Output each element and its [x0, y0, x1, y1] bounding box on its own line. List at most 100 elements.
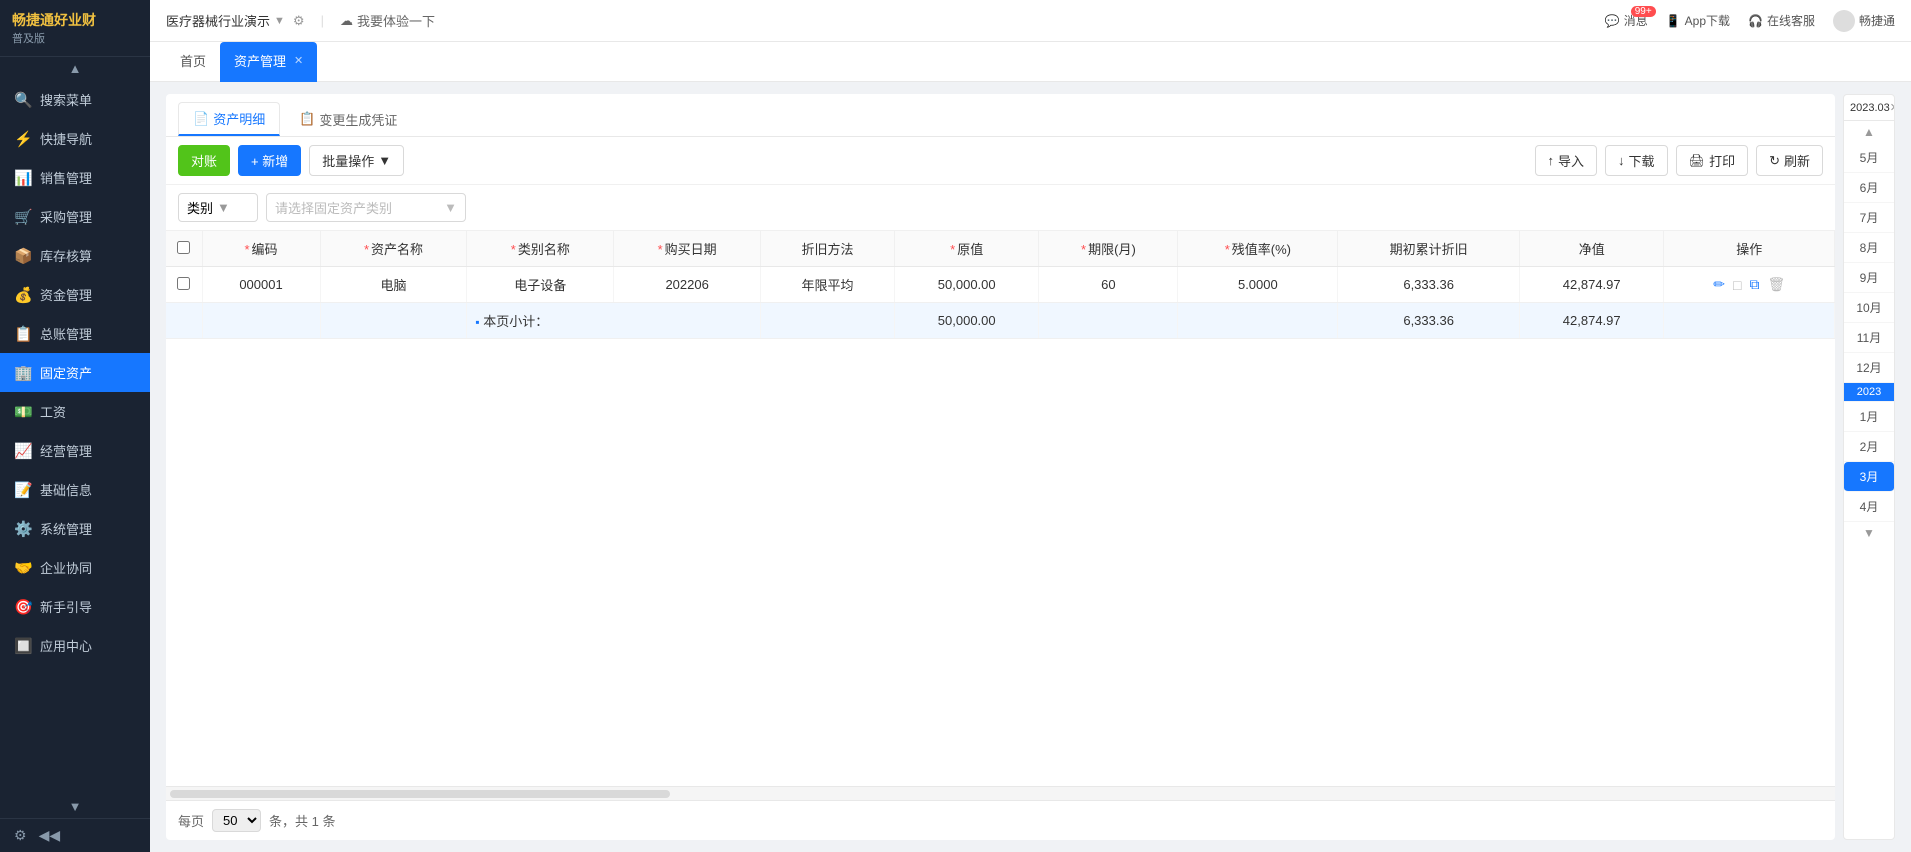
sub-tab-asset-detail[interactable]: 📄 资产明细	[178, 102, 280, 136]
messages-button[interactable]: 💬 消息 99+	[1605, 12, 1648, 29]
month-item[interactable]: 7月	[1844, 203, 1894, 233]
refresh-button[interactable]: ↻ 刷新	[1756, 145, 1823, 176]
sidebar-scroll-up[interactable]: ▲	[0, 57, 150, 80]
sub-tab-change-voucher[interactable]: 📋 变更生成凭证	[284, 103, 412, 136]
sidebar-item-system[interactable]: ⚙️ 系统管理	[0, 509, 150, 548]
avatar	[1833, 10, 1855, 32]
topbar: 医疗器械行业演示 ▼ ⚙ | ☁ 我要体验一下 💬 消息 99+ 📱 App下载…	[150, 0, 1911, 42]
gear-settings-icon[interactable]: ⚙	[293, 13, 305, 29]
toolbar: 对账 + 新增 批量操作 ▼ ↑ 导入 ↓ 下载	[166, 137, 1835, 185]
select-all-checkbox[interactable]	[177, 241, 190, 254]
col-period: *期限(月)	[1039, 231, 1178, 267]
chart-icon: 📊	[14, 169, 32, 187]
search-icon: 🔍	[14, 91, 32, 109]
online-service-button[interactable]: 🎧 在线客服	[1748, 12, 1815, 29]
tab-asset-mgmt[interactable]: 资产管理 ✕	[220, 42, 317, 82]
company-selector[interactable]: 医疗器械行业演示 ▼ ⚙	[166, 11, 305, 30]
print-button[interactable]: 🖨 打印	[1676, 145, 1749, 176]
ledger-icon: 📋	[14, 325, 32, 343]
horizontal-scrollbar[interactable]	[166, 786, 1835, 800]
duplicate-icon[interactable]: ⧉	[1749, 276, 1759, 293]
col-depreciation-method: 折旧方法	[761, 231, 895, 267]
tab-home[interactable]: 首页	[166, 42, 220, 82]
sidebar-item-inventory[interactable]: 📦 库存核算	[0, 236, 150, 275]
row-category: 电子设备	[467, 267, 614, 303]
sidebar-item-guide[interactable]: 🎯 新手引导	[0, 587, 150, 626]
sidebar-item-fixedassets[interactable]: 🏢 固定资产	[0, 353, 150, 392]
sidebar-item-ledger[interactable]: 📋 总账管理	[0, 314, 150, 353]
download-button[interactable]: ↓ 下载	[1605, 145, 1668, 176]
app-icon: 🔲	[14, 637, 32, 655]
reconcile-button[interactable]: 对账	[178, 145, 230, 176]
sidebar-item-sales[interactable]: 📊 销售管理	[0, 158, 150, 197]
sidebar-scroll-down[interactable]: ▼	[0, 795, 150, 818]
sidebar-item-purchase[interactable]: 🛒 采购管理	[0, 197, 150, 236]
experience-button[interactable]: ☁ 我要体验一下	[340, 11, 435, 30]
cart-icon: 🛒	[14, 208, 32, 226]
new-button[interactable]: + 新增	[238, 145, 301, 176]
sidebar-edition: 普及版	[12, 30, 138, 46]
row-residual-rate: 5.0000	[1178, 267, 1338, 303]
user-menu[interactable]: 畅捷通	[1833, 10, 1895, 32]
asset-table: *编码 *资产名称 *类别名称 *购买日期 折旧方法 *原值 *期限(月) *残…	[166, 231, 1835, 786]
months-container: 5月6月7月8月9月10月11月12月20231月2月3月4月	[1844, 143, 1894, 522]
month-item[interactable]: 2月	[1844, 432, 1894, 462]
per-page-select[interactable]: 50	[212, 809, 261, 832]
month-item[interactable]: 5月	[1844, 143, 1894, 173]
guide-icon: 🎯	[14, 598, 32, 616]
month-item[interactable]: 1月	[1844, 402, 1894, 432]
scrollbar-thumb[interactable]	[170, 790, 670, 798]
month-item[interactable]: 8月	[1844, 233, 1894, 263]
filter-bar: 类别 ▼ 请选择固定资产类别 ▼	[166, 185, 1835, 231]
scroll-down-months-icon[interactable]: ▼	[1844, 522, 1894, 544]
col-purchase-date: *购买日期	[614, 231, 761, 267]
cloud-icon: ☁	[340, 13, 353, 29]
delete-icon[interactable]: 🗑	[1767, 276, 1785, 293]
scroll-up-months-icon[interactable]: ▲	[1844, 121, 1894, 143]
month-item[interactable]: 12月	[1844, 353, 1894, 383]
row-select-checkbox[interactable]	[177, 277, 190, 290]
month-item[interactable]: 9月	[1844, 263, 1894, 293]
category-type-selector[interactable]: 类别 ▼	[178, 193, 258, 222]
sidebar-item-quicknav[interactable]: ⚡ 快捷导航	[0, 119, 150, 158]
month-item[interactable]: 6月	[1844, 173, 1894, 203]
sidebar-item-appcenter[interactable]: 🔲 应用中心	[0, 626, 150, 665]
copy-icon[interactable]: □	[1733, 277, 1741, 293]
batch-ops-button[interactable]: 批量操作 ▼	[309, 145, 404, 176]
sidebar-item-payroll[interactable]: 💵 工资	[0, 392, 150, 431]
row-net-value: 42,874.97	[1519, 267, 1664, 303]
month-item[interactable]: 11月	[1844, 323, 1894, 353]
settings-icon[interactable]: ⚙	[14, 827, 27, 844]
col-name: *资产名称	[320, 231, 467, 267]
year-badge[interactable]: 2023	[1844, 383, 1894, 402]
col-checkbox	[166, 231, 202, 267]
edit-icon[interactable]: ✏	[1713, 276, 1725, 293]
col-residual-rate: *残值率(%)	[1178, 231, 1338, 267]
import-button[interactable]: ↑ 导入	[1535, 145, 1598, 176]
collapse-icon[interactable]: ◀◀	[39, 827, 61, 844]
print-icon: 🖨	[1689, 153, 1706, 169]
flash-icon: ⚡	[14, 130, 32, 148]
sidebar-item-cooperation[interactable]: 🤝 企业协同	[0, 548, 150, 587]
category-dropdown[interactable]: 请选择固定资产类别 ▼	[266, 193, 466, 222]
sidebar-header: 畅捷通好业财 普及版	[0, 0, 150, 57]
close-panel-icon[interactable]: ✕	[1890, 101, 1895, 114]
tab-close-icon[interactable]: ✕	[294, 54, 303, 67]
sidebar-bottom: ⚙ ◀◀	[0, 818, 150, 852]
sidebar-item-search[interactable]: 🔍 搜索菜单	[0, 80, 150, 119]
voucher-icon: 📋	[299, 111, 315, 127]
row-name: 电脑	[320, 267, 467, 303]
sidebar-item-basicinfo[interactable]: 📝 基础信息	[0, 470, 150, 509]
month-item[interactable]: 3月	[1844, 462, 1894, 492]
month-item[interactable]: 4月	[1844, 492, 1894, 522]
sidebar-item-operations[interactable]: 📈 经营管理	[0, 431, 150, 470]
month-item[interactable]: 10月	[1844, 293, 1894, 323]
sidebar-item-finance[interactable]: 💰 资金管理	[0, 275, 150, 314]
table-row: 000001 电脑 电子设备 202206 年限平均 50,000.00 60 …	[166, 267, 1835, 303]
chevron-down-icon: ▼	[444, 200, 457, 215]
app-download-button[interactable]: 📱 App下载	[1666, 12, 1730, 29]
row-purchase-date: 202206	[614, 267, 761, 303]
info-icon: 📝	[14, 481, 32, 499]
ops-icon: 📈	[14, 442, 32, 460]
subtotal-net-value: 42,874.97	[1519, 303, 1664, 339]
